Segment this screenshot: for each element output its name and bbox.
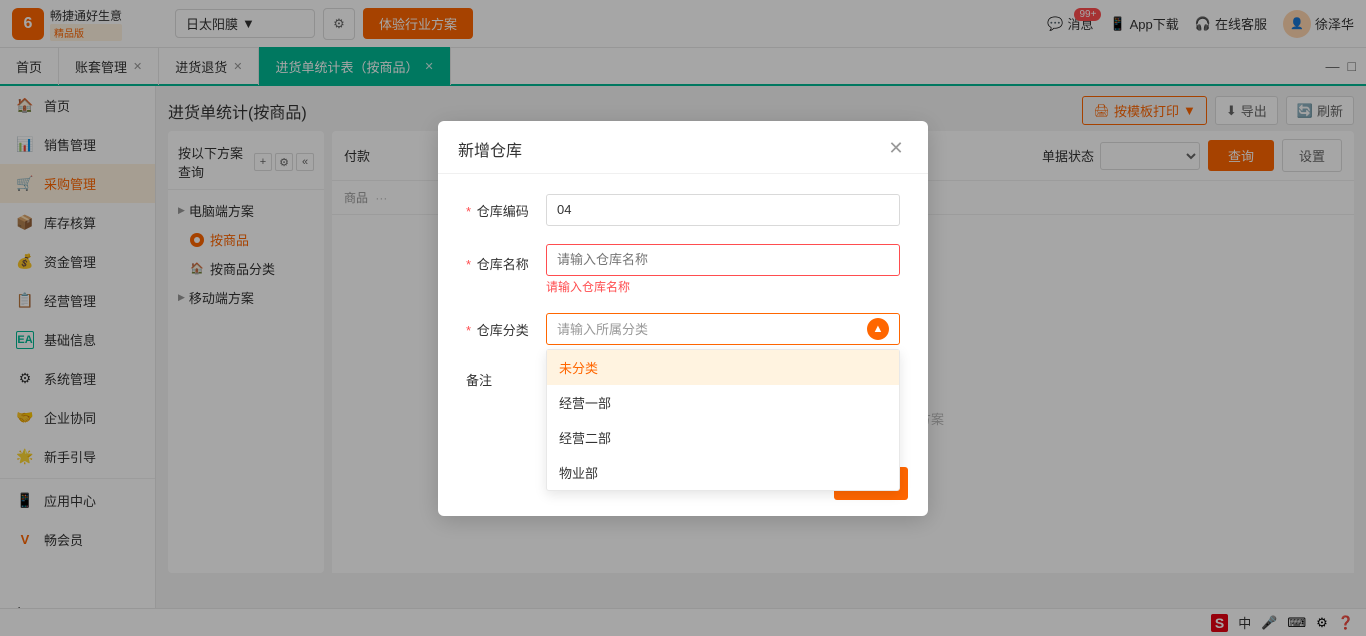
form-row-name: * 仓库名称 请输入仓库名称 xyxy=(466,244,900,295)
modal-close-button[interactable]: ✕ xyxy=(884,137,908,161)
remark-label-text: 备注 xyxy=(466,373,492,388)
category-dropdown-menu: 未分类 经营一部 经营二部 物业部 xyxy=(546,349,900,491)
dropdown-arrow-icon: ▲ xyxy=(867,318,889,340)
modal-body: * 仓库编码 * 仓库名称 请输入仓库名称 xyxy=(438,174,928,457)
required-star-category: * xyxy=(466,323,471,338)
form-error-area: 请输入仓库名称 xyxy=(466,278,900,295)
form-row-category: * 仓库分类 请输入所属分类 ▲ 未分类 经营一部 经营二部 物业部 xyxy=(466,313,900,345)
modal-header: 新增仓库 ✕ xyxy=(438,121,928,174)
dropdown-item-property[interactable]: 物业部 xyxy=(547,455,899,490)
add-warehouse-modal: 新增仓库 ✕ * 仓库编码 * 仓库名称 xyxy=(438,121,928,516)
warehouse-name-input[interactable] xyxy=(546,244,900,276)
warehouse-category-label-text: 仓库分类 xyxy=(477,323,529,338)
modal-overlay[interactable]: 新增仓库 ✕ * 仓库编码 * 仓库名称 xyxy=(0,0,1366,636)
warehouse-name-label-text: 仓库名称 xyxy=(477,257,529,272)
warehouse-category-label: * 仓库分类 xyxy=(466,313,546,339)
warehouse-code-label-text: 仓库编码 xyxy=(477,204,529,219)
required-star-name: * xyxy=(466,257,471,272)
required-star: * xyxy=(466,204,471,219)
warehouse-code-label: * 仓库编码 xyxy=(466,194,546,220)
remark-label: 备注 xyxy=(466,363,546,389)
form-row-name-inner: * 仓库名称 xyxy=(466,244,900,276)
form-row-code: * 仓库编码 xyxy=(466,194,900,226)
dropdown-item-uncategorized[interactable]: 未分类 xyxy=(547,350,899,385)
warehouse-name-label: * 仓库名称 xyxy=(466,247,546,273)
dropdown-placeholder: 请输入所属分类 xyxy=(557,319,648,338)
warehouse-code-input[interactable] xyxy=(546,194,900,226)
warehouse-name-error-msg: 请输入仓库名称 xyxy=(546,280,630,294)
warehouse-category-wrap: 请输入所属分类 ▲ 未分类 经营一部 经营二部 物业部 xyxy=(546,313,900,345)
modal-title: 新增仓库 xyxy=(458,137,522,161)
dropdown-item-dept2[interactable]: 经营二部 xyxy=(547,420,899,455)
warehouse-category-dropdown[interactable]: 请输入所属分类 ▲ xyxy=(546,313,900,345)
dropdown-item-dept1[interactable]: 经营一部 xyxy=(547,385,899,420)
